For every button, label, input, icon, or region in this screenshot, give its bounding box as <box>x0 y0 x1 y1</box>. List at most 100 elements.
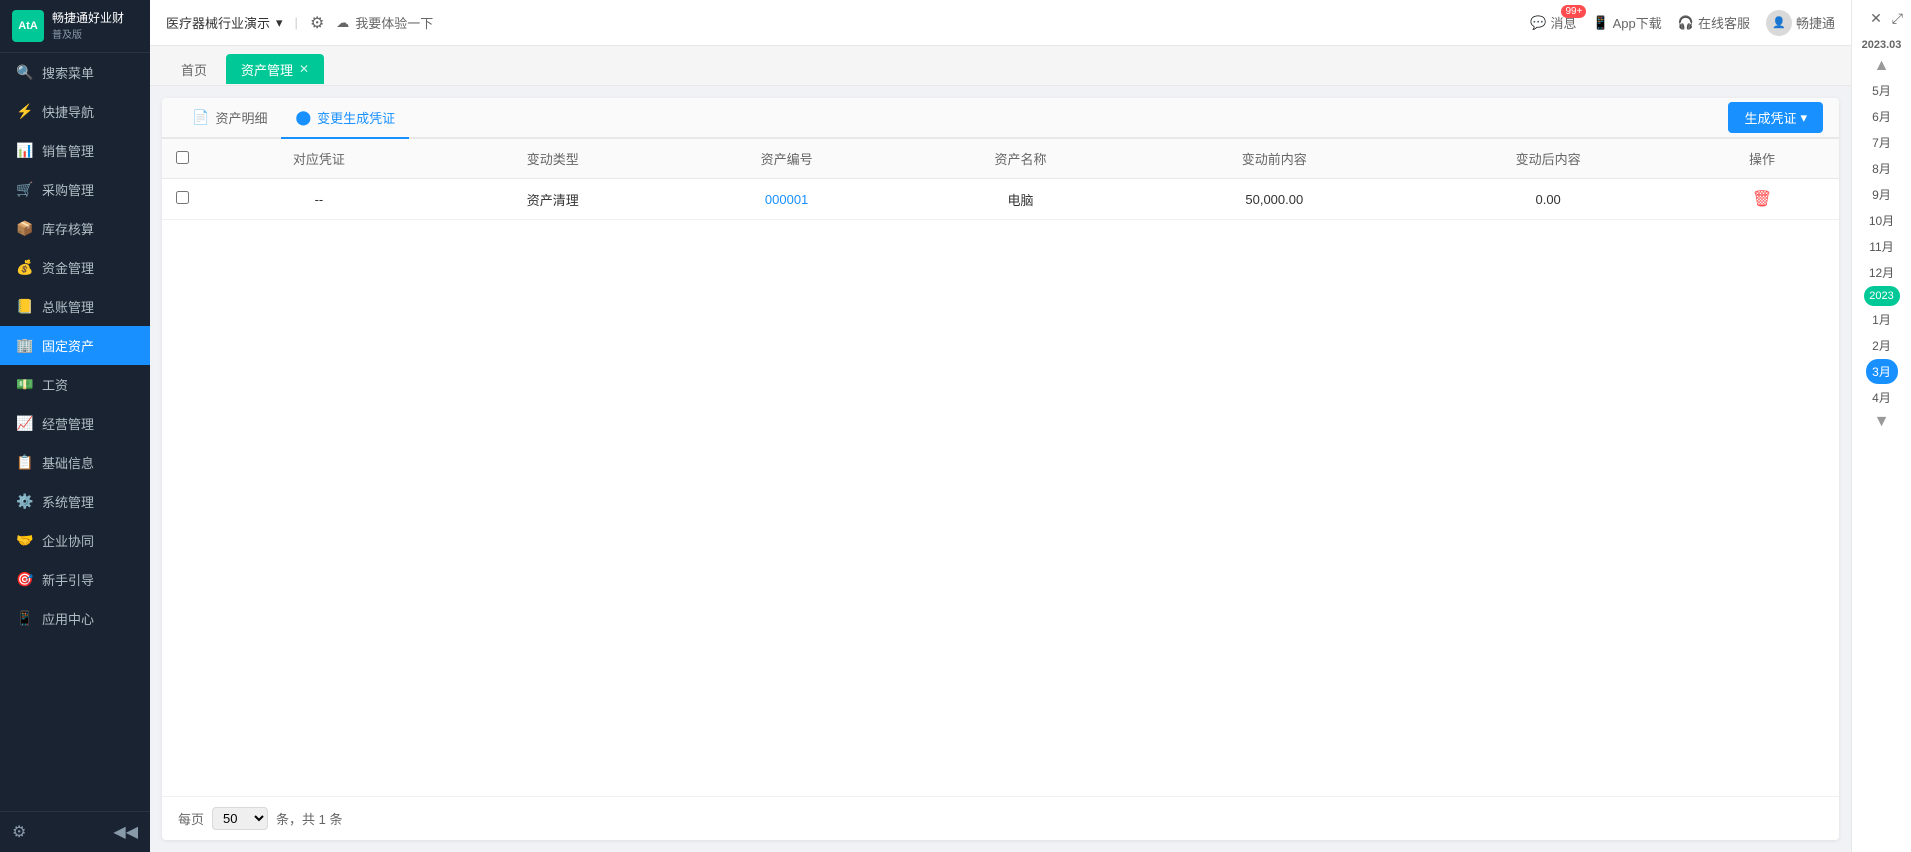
asset-table: 对应凭证 变动类型 资产编号 资产名称 变动前内容 <box>162 139 1839 220</box>
nav-label-ledger: 总账管理 <box>42 297 94 316</box>
pagination: 每页 50 10 20 100 条，共 1 条 <box>162 796 1839 840</box>
year-tag-2023[interactable]: 2023 <box>1864 286 1900 306</box>
nav-label-app-center: 应用中心 <box>42 609 94 628</box>
row-checkbox-0[interactable] <box>176 191 189 204</box>
select-all-checkbox[interactable] <box>176 151 189 164</box>
month-8[interactable]: 8月 <box>1852 156 1911 181</box>
row-asset-code: 000001 <box>670 179 904 220</box>
message-icon: 💬 <box>1530 15 1546 31</box>
sidebar-item-cooperation[interactable]: 🤝企业协同 <box>0 521 150 560</box>
sidebar-item-finance[interactable]: 💰资金管理 <box>0 248 150 287</box>
right-panel: ✕ ⤢ 2023.03 ▲ 5月 6月 7月 8月 9月 10月 11月 12月… <box>1851 0 1911 852</box>
tab-close-icon[interactable]: ✕ <box>299 62 309 76</box>
page-size-select[interactable]: 50 10 20 100 <box>212 807 268 830</box>
month-10[interactable]: 10月 <box>1852 208 1911 233</box>
nav-label-quick-nav: 快捷导航 <box>42 102 94 121</box>
nav-icon-payroll: 💵 <box>16 376 34 394</box>
sidebar-item-guide[interactable]: 🎯 新手引导 <box>0 560 150 599</box>
nav-label-fixed-assets: 固定资产 <box>42 336 94 355</box>
sidebar: AtA 畅捷通好业财 普及版 🔍搜索菜单 ⚡ 快捷导航 📊销售管理🛒采购管理 📦 库存核算… <box>0 0 150 852</box>
nav-icon-app-center: 📱 <box>16 610 34 628</box>
sidebar-item-purchase[interactable]: 🛒采购管理 <box>0 170 150 209</box>
logo-icon: AtA <box>12 10 44 42</box>
nav-label-operations: 经营管理 <box>42 414 94 433</box>
sidebar-item-inventory[interactable]: 📦 库存核算 <box>0 209 150 248</box>
nav-label-inventory: 库存核算 <box>42 219 94 238</box>
settings-icon[interactable]: ⚙ <box>12 822 26 842</box>
user-menu[interactable]: 👤 畅捷通 <box>1766 10 1835 36</box>
nav-icon-ledger: 📒 <box>16 298 34 316</box>
tab-change-voucher[interactable]: ⬤ 变更生成凭证 <box>281 98 409 139</box>
sidebar-item-fixed-assets[interactable]: 🏢固定资产 <box>0 326 150 365</box>
sidebar-item-payroll[interactable]: 💵工资 <box>0 365 150 404</box>
sidebar-nav: 🔍搜索菜单 ⚡ 快捷导航 📊销售管理🛒采购管理 📦 库存核算 💰资金管理 📒 总账管理 🏢固定资产… <box>0 53 150 811</box>
col-change-type: 变动类型 <box>436 139 670 179</box>
tab-asset-list[interactable]: 📄 资产明细 <box>178 98 281 139</box>
collapse-icon[interactable]: ◀◀ <box>113 822 138 842</box>
month-9[interactable]: 9月 <box>1852 182 1911 207</box>
col-after-change: 变动后内容 <box>1411 139 1685 179</box>
company-name: 医疗器械行业演示 <box>166 13 270 32</box>
sidebar-item-operations[interactable]: 📈经营管理 <box>0 404 150 443</box>
month-5[interactable]: 5月 <box>1852 78 1911 103</box>
month-12[interactable]: 12月 <box>1852 260 1911 285</box>
topbar: 医疗器械行业演示 ▾ | ⚙ ☁ 我要体验一下 💬 消息 99+ 📱 App下载… <box>150 0 1851 46</box>
sidebar-item-search[interactable]: 🔍搜索菜单 <box>0 53 150 92</box>
generate-voucher-btn[interactable]: 生成凭证 ▾ <box>1728 102 1823 133</box>
experience-btn[interactable]: ☁ 我要体验一下 <box>336 13 433 32</box>
avatar: 👤 <box>1766 10 1792 36</box>
sidebar-item-basic-info[interactable]: 📋基础信息 <box>0 443 150 482</box>
month-2[interactable]: 2月 <box>1852 333 1911 358</box>
month-1[interactable]: 1月 <box>1852 307 1911 332</box>
current-date-label: 2023.03 <box>1862 37 1902 55</box>
month-4[interactable]: 4月 <box>1852 385 1911 410</box>
message-btn[interactable]: 💬 消息 99+ <box>1530 13 1576 32</box>
app-download-btn[interactable]: 📱 App下载 <box>1592 13 1661 32</box>
month-list: ▲ 5月 6月 7月 8月 9月 10月 11月 12月 2023 1月 2月 … <box>1852 55 1911 433</box>
page-content: 📄 资产明细 ⬤ 变更生成凭证 生成凭证 ▾ <box>162 98 1839 840</box>
tabbar: 首页 资产管理 ✕ <box>150 46 1851 86</box>
panel-expand-btn[interactable]: ⤢ <box>1890 8 1905 29</box>
nav-label-guide: 新手引导 <box>42 570 94 589</box>
table-container: 对应凭证 变动类型 资产编号 资产名称 变动前内容 <box>162 139 1839 796</box>
logo-text: 畅捷通好业财 <box>52 11 124 27</box>
nav-label-system: 系统管理 <box>42 492 94 511</box>
nav-label-purchase: 采购管理 <box>42 180 94 199</box>
nav-label-sales: 销售管理 <box>42 141 94 160</box>
main-content: 医疗器械行业演示 ▾ | ⚙ ☁ 我要体验一下 💬 消息 99+ 📱 App下载… <box>150 0 1851 852</box>
dropdown-arrow: ▾ <box>1800 110 1807 126</box>
sidebar-item-sales[interactable]: 📊销售管理 <box>0 131 150 170</box>
company-selector[interactable]: 医疗器械行业演示 ▾ <box>166 13 283 32</box>
month-3-current[interactable]: 3月 <box>1866 359 1898 384</box>
sidebar-item-quick-nav[interactable]: ⚡ 快捷导航 <box>0 92 150 131</box>
tab-home[interactable]: 首页 <box>166 54 222 84</box>
topbar-right: 💬 消息 99+ 📱 App下载 🎧 在线客服 👤 畅捷通 <box>1530 10 1835 36</box>
col-asset-code: 资产编号 <box>670 139 904 179</box>
col-voucher: 对应凭证 <box>202 139 436 179</box>
delete-btn-0[interactable]: 🗑 <box>1752 191 1772 208</box>
logo-sub: 普及版 <box>52 26 124 41</box>
nav-label-finance: 资金管理 <box>42 258 94 277</box>
month-7[interactable]: 7月 <box>1852 130 1911 155</box>
prev-arrow[interactable]: ▲ <box>1872 55 1892 77</box>
sidebar-item-system[interactable]: ⚙️系统管理 <box>0 482 150 521</box>
settings-btn[interactable]: ⚙ <box>310 13 324 33</box>
month-6[interactable]: 6月 <box>1852 104 1911 129</box>
panel-close-btn[interactable]: ✕ <box>1868 8 1884 29</box>
nav-icon-guide: 🎯 <box>16 571 34 589</box>
nav-icon-inventory: 📦 <box>16 220 34 238</box>
panel-header: ✕ ⤢ <box>1852 0 1911 37</box>
nav-icon-search: 🔍 <box>16 64 34 82</box>
nav-label-basic-info: 基础信息 <box>42 453 94 472</box>
row-before-change: 50,000.00 <box>1137 179 1411 220</box>
next-arrow[interactable]: ▼ <box>1872 411 1892 433</box>
online-service-btn[interactable]: 🎧 在线客服 <box>1678 13 1750 32</box>
sidebar-item-app-center[interactable]: 📱 应用中心 <box>0 599 150 638</box>
sidebar-bottom: ⚙ ◀◀ <box>0 811 150 852</box>
dropdown-icon: ▾ <box>276 15 283 31</box>
circle-icon: ⬤ <box>295 109 311 126</box>
tab-asset-manage[interactable]: 资产管理 ✕ <box>226 54 324 84</box>
month-11[interactable]: 11月 <box>1852 234 1911 259</box>
nav-icon-quick-nav: ⚡ <box>16 103 34 121</box>
sidebar-item-ledger[interactable]: 📒 总账管理 <box>0 287 150 326</box>
